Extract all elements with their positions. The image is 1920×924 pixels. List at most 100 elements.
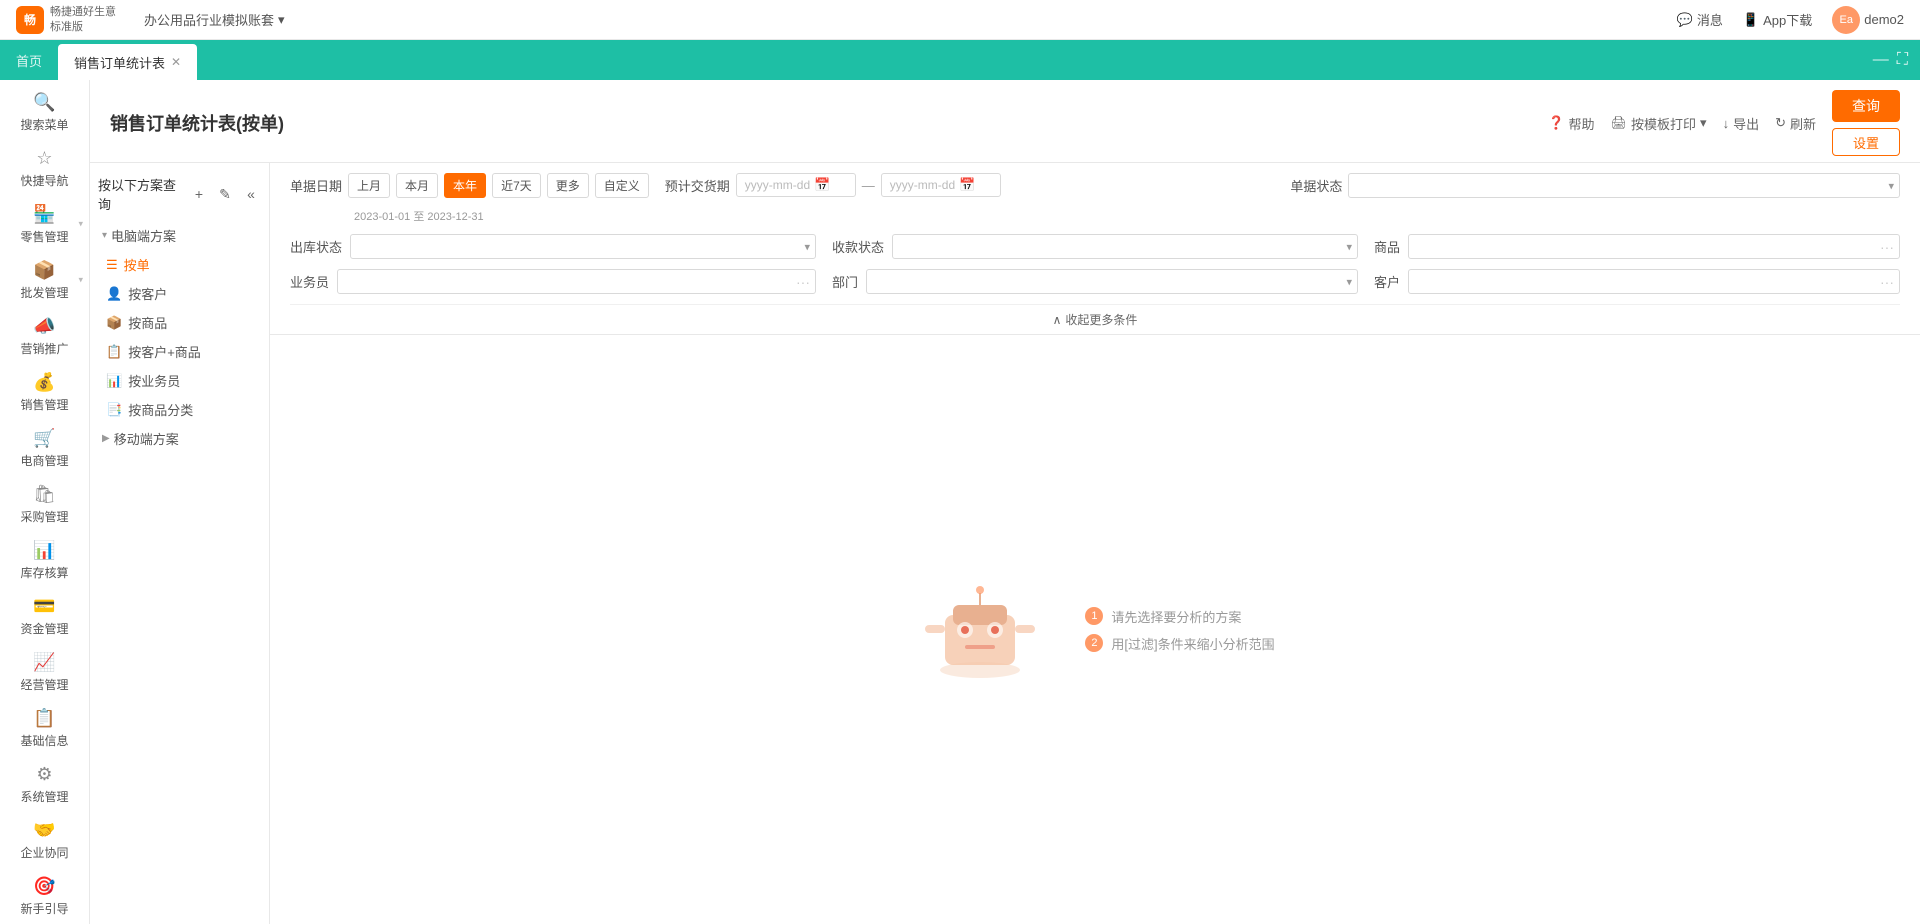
scheme-by-customer-product[interactable]: 📋 按客户+商品	[90, 337, 269, 366]
department-select[interactable]	[866, 269, 1358, 294]
chevron-right-icon: ▶	[102, 433, 110, 444]
query-button[interactable]: 查询	[1832, 90, 1900, 122]
message-button[interactable]: 💬 消息	[1677, 10, 1723, 29]
collapse-more-button[interactable]: ∧ 收起更多条件	[290, 304, 1900, 334]
filter-row-1: 单据日期 上月 本月 本年 近7天 更多 自定义 预计交货期 y	[290, 173, 1900, 198]
logo-area: 畅 畅捷通好生意 标准版	[16, 5, 116, 34]
sidebar-item-operation[interactable]: 📈 经营管理	[0, 644, 89, 700]
this-month-btn[interactable]: 本月	[396, 173, 438, 198]
payment-status-select[interactable]	[892, 234, 1358, 259]
print-button[interactable]: 🖨 按模板打印 ▾	[1611, 114, 1707, 133]
sidebar-item-retail[interactable]: 🏪 零售管理 ▾	[0, 196, 89, 252]
empty-state: 1 请先选择要分析的方案 2 用[过滤]条件来缩小分析范围	[270, 335, 1920, 924]
tab-close-icon[interactable]: ✕	[171, 55, 181, 69]
sidebar-item-system[interactable]: ⚙ 系统管理	[0, 756, 89, 812]
by-customer-icon: 👤	[106, 286, 122, 302]
sales-icon: 💰	[33, 372, 55, 393]
page-header: 销售订单统计表(按单) ❓ 帮助 🖨 按模板打印 ▾ ↓ 导出 ↻ 刷新	[90, 80, 1920, 163]
scheme-label: 按商品	[128, 313, 167, 332]
scheme-by-customer[interactable]: 👤 按客户	[90, 279, 269, 308]
refresh-button[interactable]: ↻ 刷新	[1775, 114, 1816, 133]
custom-btn[interactable]: 自定义	[595, 173, 649, 198]
user-name: demo2	[1864, 12, 1904, 27]
last7-btn[interactable]: 近7天	[492, 173, 541, 198]
tab-bar: 首页 销售订单统计表 ✕ — ⛶	[0, 40, 1920, 80]
pc-scheme-group[interactable]: ▾ 电脑端方案	[90, 221, 269, 250]
scheme-by-product[interactable]: 📦 按商品	[90, 308, 269, 337]
scheme-label: 按商品分类	[128, 400, 193, 419]
help-button[interactable]: ❓ 帮助	[1548, 114, 1594, 133]
customer-dots-icon[interactable]: ···	[1880, 274, 1894, 290]
collapse-icon: ∧	[1053, 313, 1062, 327]
scheme-by-salesperson[interactable]: 📊 按业务员	[90, 366, 269, 395]
this-year-btn[interactable]: 本年	[444, 173, 486, 198]
filter-row-3: 业务员 ··· 部门	[290, 269, 1900, 294]
scheme-label: 按客户+商品	[128, 342, 201, 361]
sidebar-item-wholesale[interactable]: 📦 批发管理 ▾	[0, 252, 89, 308]
product-input[interactable]	[1408, 234, 1900, 259]
date-filter-block: 单据日期 上月 本月 本年 近7天 更多 自定义	[290, 173, 649, 198]
sidebar-item-enterprise[interactable]: 🤝 企业协同	[0, 812, 89, 868]
sidebar-item-label: 基础信息	[20, 732, 68, 749]
sidebar-item-newbie[interactable]: 🎯 新手引导	[0, 868, 89, 924]
app-download-button[interactable]: 📱 App下载	[1743, 10, 1812, 29]
tab-sales-order-stat[interactable]: 销售订单统计表 ✕	[58, 44, 197, 80]
page-title: 销售订单统计表(按单)	[110, 110, 284, 136]
print-dropdown-icon: ▾	[1700, 115, 1707, 131]
sidebar-item-ecommerce[interactable]: 🛒 电商管理	[0, 420, 89, 476]
sidebar-item-inventory[interactable]: 📊 库存核算	[0, 532, 89, 588]
chevron-right-icon: ▾	[78, 275, 83, 286]
last-month-btn[interactable]: 上月	[348, 173, 390, 198]
retail-icon: 🏪	[33, 204, 55, 225]
edit-scheme-button[interactable]: ✎	[215, 184, 235, 204]
order-status-select[interactable]	[1348, 173, 1900, 198]
hint-text-1: 请先选择要分析的方案	[1111, 607, 1241, 626]
product-dots-icon[interactable]: ···	[1880, 239, 1894, 255]
date-label: 单据日期	[290, 176, 342, 195]
sidebar-item-purchase[interactable]: 🛍 采购管理	[0, 476, 89, 532]
company-selector[interactable]: 办公用品行业模拟账套 ▾	[144, 10, 285, 29]
hint-text-2: 用[过滤]条件来缩小分析范围	[1111, 634, 1274, 653]
sidebar-item-basic[interactable]: 📋 基础信息	[0, 700, 89, 756]
tab-maximize-icon[interactable]: ⛶	[1897, 51, 1908, 69]
mobile-scheme-group[interactable]: ▶ 移动端方案	[90, 424, 269, 453]
filter-section: 单据日期 上月 本月 本年 近7天 更多 自定义 预计交货期 y	[270, 163, 1920, 335]
salesperson-input[interactable]	[337, 269, 816, 294]
ship-status-select[interactable]	[350, 234, 816, 259]
setting-button[interactable]: 设置	[1832, 128, 1900, 156]
sidebar-item-search-menu[interactable]: 🔍 搜索菜单	[0, 84, 89, 140]
by-cust-prod-icon: 📋	[106, 344, 122, 360]
right-content: 单据日期 上月 本月 本年 近7天 更多 自定义 预计交货期 y	[270, 163, 1920, 924]
sidebar-item-sales[interactable]: 💰 销售管理	[0, 364, 89, 420]
sidebar-item-marketing[interactable]: 📣 营销推广	[0, 308, 89, 364]
top-bar: 畅 畅捷通好生意 标准版 办公用品行业模拟账套 ▾ 💬 消息 📱 App下载 E…	[0, 0, 1920, 40]
sidebar-item-label: 企业协同	[20, 844, 68, 861]
payment-status-label: 收款状态	[832, 237, 884, 256]
sidebar-item-finance[interactable]: 💳 资金管理	[0, 588, 89, 644]
end-date-input[interactable]: yyyy-mm-dd 📅	[881, 173, 1001, 197]
date-range-text: 2023-01-01 至 2023-12-31	[354, 208, 494, 224]
more-btn[interactable]: 更多	[547, 173, 589, 198]
finance-icon: 💳	[33, 596, 55, 617]
wholesale-icon: 📦	[33, 260, 55, 281]
customer-input[interactable]	[1408, 269, 1900, 294]
sidebar-item-label: 经营管理	[20, 676, 68, 693]
salesperson-dots-icon[interactable]: ···	[796, 274, 810, 290]
tab-home[interactable]: 首页	[0, 40, 58, 80]
collapse-panel-button[interactable]: «	[241, 184, 261, 204]
export-button[interactable]: ↓ 导出	[1723, 114, 1760, 133]
department-block: 部门 ▾	[832, 269, 1358, 294]
user-menu[interactable]: Ea demo2	[1832, 6, 1904, 34]
product-label: 商品	[1374, 237, 1400, 256]
sidebar-item-quick-nav[interactable]: ☆ 快捷导航	[0, 140, 89, 196]
star-icon: ☆	[36, 148, 52, 169]
tab-minimize-icon[interactable]: —	[1873, 51, 1889, 69]
scheme-by-order[interactable]: ☰ 按单	[90, 250, 269, 279]
sidebar-item-label: 营销推广	[20, 340, 68, 357]
salesperson-block: 业务员 ···	[290, 269, 816, 294]
scheme-by-category[interactable]: 📑 按商品分类	[90, 395, 269, 424]
add-scheme-button[interactable]: +	[189, 184, 209, 204]
basic-icon: 📋	[33, 708, 55, 729]
start-date-input[interactable]: yyyy-mm-dd 📅	[736, 173, 856, 197]
date-dash: —	[862, 178, 875, 193]
